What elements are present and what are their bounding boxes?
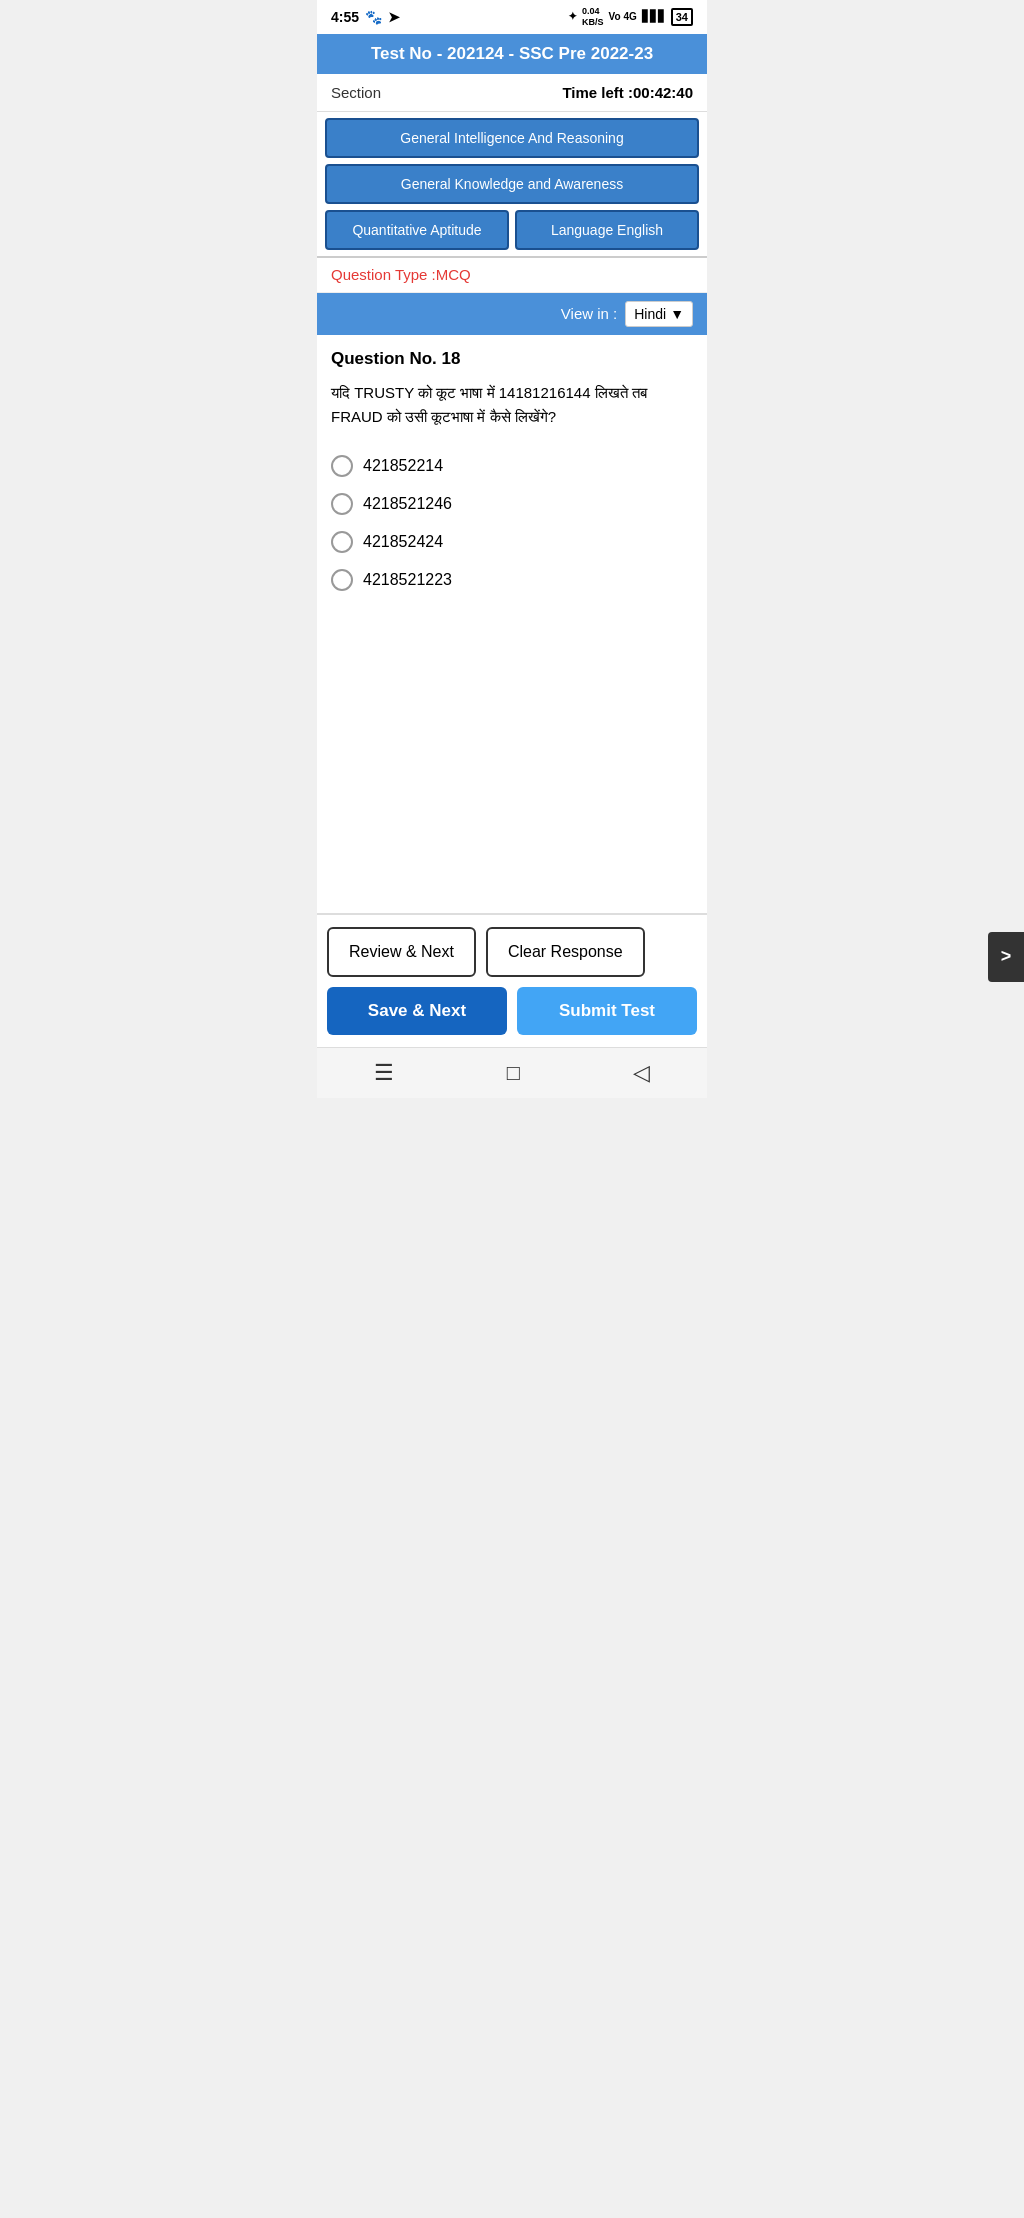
option-b[interactable]: 4218521246	[331, 485, 693, 523]
back-icon[interactable]: ◁	[633, 1060, 650, 1086]
option-c[interactable]: 421852424	[331, 523, 693, 561]
section-label: Section	[331, 84, 381, 101]
question-type-bar: Question Type :MCQ	[317, 258, 707, 293]
question-text: यदि TRUSTY को कूट भाषा में 14181216144 ल…	[331, 381, 693, 429]
submit-test-button[interactable]: Submit Test	[517, 987, 697, 1035]
section-btn-general-intelligence[interactable]: General Intelligence And Reasoning	[325, 118, 699, 158]
language-select[interactable]: Hindi ▼	[625, 301, 693, 327]
section-buttons: General Intelligence And Reasoning Gener…	[317, 112, 707, 258]
radio-a[interactable]	[331, 455, 353, 477]
content-spacer	[317, 613, 707, 913]
section-row-3: Quantitative Aptitude Language English	[325, 210, 699, 250]
battery-indicator: 34	[671, 8, 693, 26]
radio-d[interactable]	[331, 569, 353, 591]
bottom-row-1: Review & Next Clear Response	[327, 927, 697, 977]
snapchat-icon: 🐾	[365, 9, 382, 25]
section-btn-language-english[interactable]: Language English	[515, 210, 699, 250]
signal-type: Vo 4G	[609, 11, 637, 22]
section-row-2: General Knowledge and Awareness	[325, 164, 699, 204]
test-title: Test No - 202124 - SSC Pre 2022-23	[371, 44, 653, 63]
option-a-value: 421852214	[363, 457, 443, 475]
bluetooth-icon: ✦	[568, 10, 577, 23]
question-type: Question Type :MCQ	[331, 266, 471, 283]
language-value: Hindi	[634, 306, 666, 322]
time-left: Time left :00:42:40	[562, 84, 693, 101]
status-bar: 4:55 🐾 ➤ ✦ 0.04KB/S Vo 4G ▋▋▋ 34	[317, 0, 707, 34]
status-left: 4:55 🐾 ➤	[331, 9, 400, 25]
clear-response-button[interactable]: Clear Response	[486, 927, 645, 977]
option-d[interactable]: 4218521223	[331, 561, 693, 599]
menu-icon[interactable]: ☰	[374, 1060, 394, 1086]
save-next-button[interactable]: Save & Next	[327, 987, 507, 1035]
option-c-value: 421852424	[363, 533, 443, 551]
nav-bar: ☰ □ ◁	[317, 1047, 707, 1098]
view-in-bar: View in : Hindi ▼	[317, 293, 707, 335]
data-speed: 0.04KB/S	[582, 6, 604, 28]
home-icon[interactable]: □	[507, 1060, 520, 1086]
signal-bars: ▋▋▋	[642, 10, 666, 23]
status-time: 4:55	[331, 9, 359, 25]
send-icon: ➤	[388, 9, 400, 25]
bottom-row-2: Save & Next Submit Test	[327, 987, 697, 1035]
view-in-label: View in :	[561, 305, 617, 322]
bottom-buttons: Review & Next Clear Response Save & Next…	[317, 913, 707, 1047]
option-a[interactable]: 421852214	[331, 447, 693, 485]
question-number: Question No. 18	[331, 349, 693, 369]
status-right: ✦ 0.04KB/S Vo 4G ▋▋▋ 34	[568, 6, 693, 28]
options-list: 421852214 4218521246 421852424 421852122…	[331, 447, 693, 599]
section-btn-general-knowledge[interactable]: General Knowledge and Awareness	[325, 164, 699, 204]
dropdown-arrow-icon: ▼	[670, 306, 684, 322]
radio-c[interactable]	[331, 531, 353, 553]
test-header: Test No - 202124 - SSC Pre 2022-23	[317, 34, 707, 74]
option-d-value: 4218521223	[363, 571, 452, 589]
section-row-1: General Intelligence And Reasoning	[325, 118, 699, 158]
question-area: Question No. 18 यदि TRUSTY को कूट भाषा म…	[317, 335, 707, 613]
review-next-button[interactable]: Review & Next	[327, 927, 476, 977]
section-btn-quantitative[interactable]: Quantitative Aptitude	[325, 210, 509, 250]
radio-b[interactable]	[331, 493, 353, 515]
option-b-value: 4218521246	[363, 495, 452, 513]
section-time-bar: Section Time left :00:42:40	[317, 74, 707, 112]
